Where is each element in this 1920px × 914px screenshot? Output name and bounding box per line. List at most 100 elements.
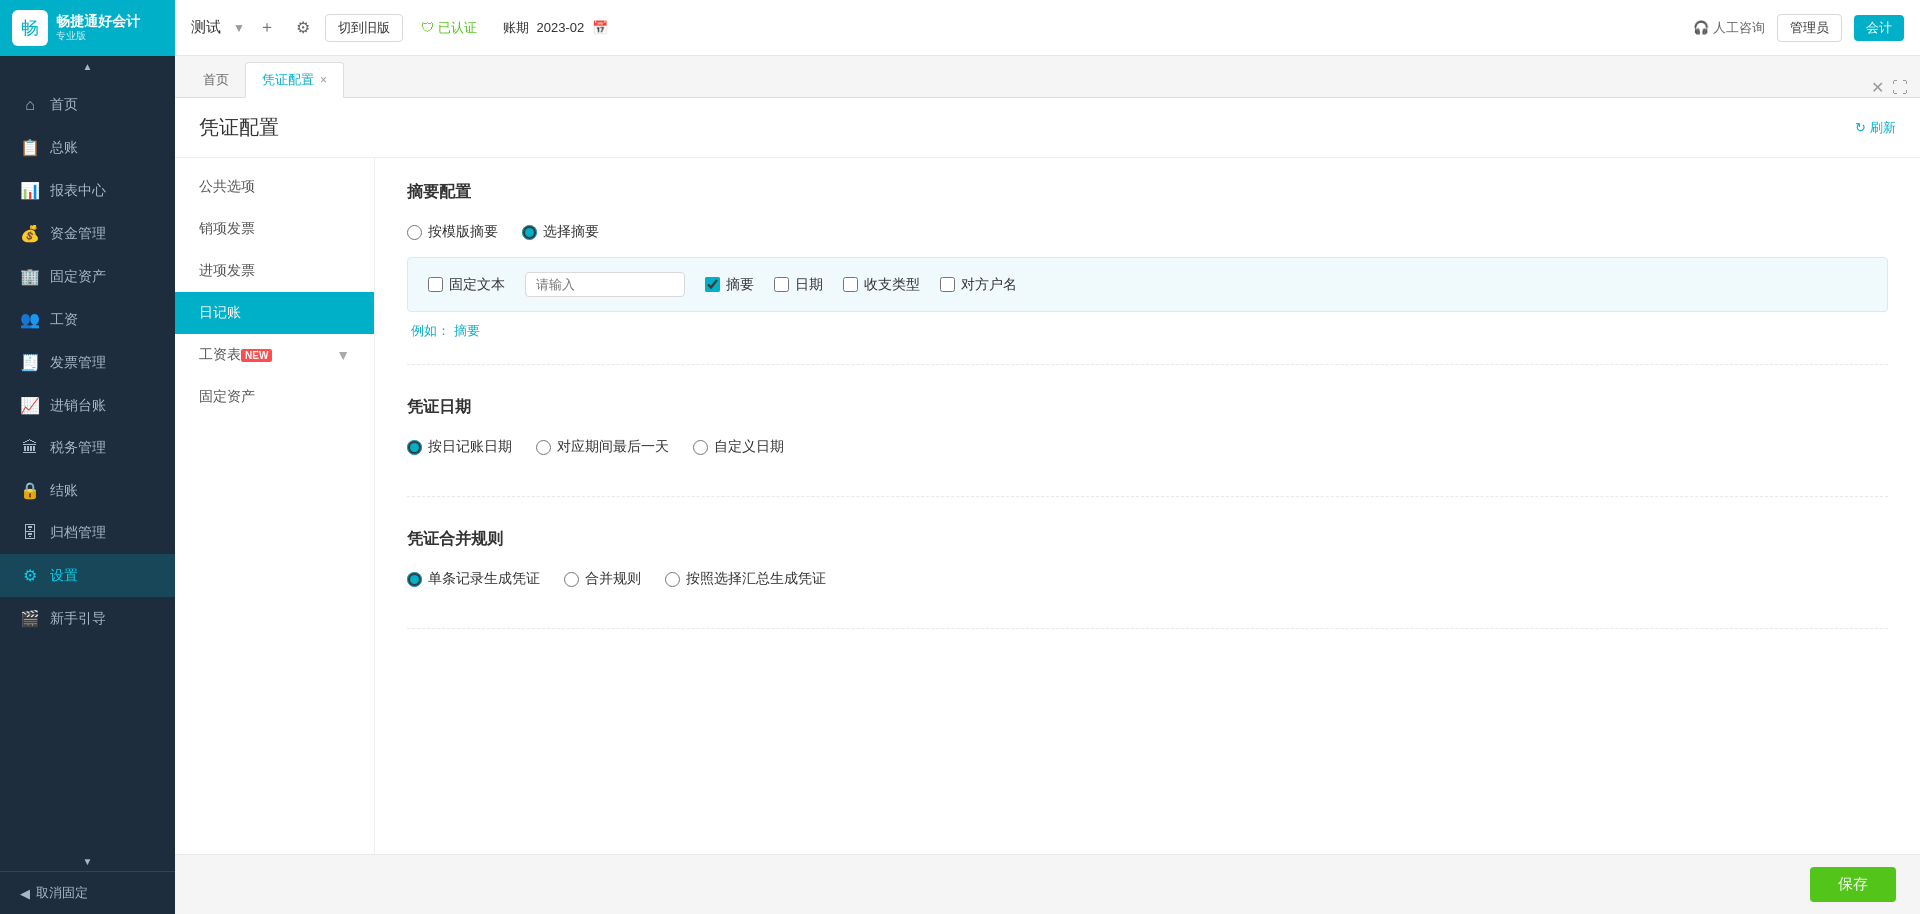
- radio-single-input[interactable]: [407, 572, 422, 587]
- radio-custom-date-label[interactable]: 自定义日期: [693, 438, 784, 456]
- sidebar-scroll-down[interactable]: ▼: [0, 851, 175, 871]
- ledger-icon: 📋: [20, 138, 40, 157]
- sidebar-item-payroll[interactable]: 👥 工资: [0, 298, 175, 341]
- reports-icon: 📊: [20, 181, 40, 200]
- radio-period-last-input[interactable]: [536, 440, 551, 455]
- checkbox-options-row: 固定文本 摘要 日期 收支类型: [407, 257, 1888, 312]
- accountant-btn[interactable]: 会计: [1854, 15, 1904, 41]
- sidebar-unpin-btn[interactable]: ◀ 取消固定: [0, 871, 175, 914]
- radio-template-label[interactable]: 按模版摘要: [407, 223, 498, 241]
- invoice-icon: 🧾: [20, 353, 40, 372]
- sidebar-item-guide[interactable]: 🎬 新手引导: [0, 597, 175, 640]
- sales-ledger-icon: 📈: [20, 396, 40, 415]
- consult-btn[interactable]: 🎧 人工咨询: [1693, 19, 1765, 37]
- radio-summary-input[interactable]: [665, 572, 680, 587]
- nav-item-assets[interactable]: 固定资产: [175, 376, 374, 418]
- switch-version-btn[interactable]: 切到旧版: [325, 14, 403, 42]
- manager-btn[interactable]: 管理员: [1777, 14, 1842, 42]
- tab-close-icon[interactable]: ×: [320, 73, 327, 87]
- sidebar-item-archive[interactable]: 🗄 归档管理: [0, 512, 175, 554]
- funds-icon: 💰: [20, 224, 40, 243]
- checkbox-date-label[interactable]: 日期: [774, 276, 823, 294]
- nav-item-journal[interactable]: 日记账: [175, 292, 374, 334]
- nav-item-payroll[interactable]: 工资表 NEW ▼: [175, 334, 374, 376]
- sidebar-item-sales-ledger[interactable]: 📈 进销台账: [0, 384, 175, 427]
- calendar-icon[interactable]: 📅: [592, 20, 608, 35]
- checkbox-date-input[interactable]: [774, 277, 789, 292]
- checkbox-counterpart-input[interactable]: [940, 277, 955, 292]
- radio-period-last-label[interactable]: 对应期间最后一天: [536, 438, 669, 456]
- tab-voucher-config[interactable]: 凭证配置 ×: [245, 62, 344, 98]
- sidebar-item-label: 税务管理: [50, 439, 106, 457]
- radio-select-label[interactable]: 选择摘要: [522, 223, 599, 241]
- main-content: 凭证配置 ↻ 刷新 公共选项 销项发票 进项发票 日记账 工资表 NEW ▼: [175, 98, 1920, 914]
- save-btn[interactable]: 保存: [1810, 867, 1896, 902]
- sidebar-logo: 畅 畅捷通好会计 专业版: [0, 0, 175, 56]
- settings-icon: ⚙: [20, 566, 40, 585]
- tab-home[interactable]: 首页: [187, 63, 245, 97]
- checkbox-summary-input[interactable]: [705, 277, 720, 292]
- summary-title: 摘要配置: [407, 182, 1888, 203]
- radio-merge-input[interactable]: [564, 572, 579, 587]
- sidebar-item-home[interactable]: ⌂ 首页: [0, 84, 175, 126]
- footer: 保存: [175, 854, 1920, 914]
- checkbox-fixed-text-label[interactable]: 固定文本: [428, 276, 505, 294]
- sidebar-item-reports[interactable]: 📊 报表中心: [0, 169, 175, 212]
- checkbox-summary-label[interactable]: 摘要: [705, 276, 754, 294]
- tax-icon: 🏛: [20, 439, 40, 457]
- refresh-btn[interactable]: ↻ 刷新: [1855, 119, 1896, 137]
- header-add-btn[interactable]: ＋: [253, 14, 281, 42]
- sidebar-item-label: 资金管理: [50, 225, 106, 243]
- archive-icon: 🗄: [20, 524, 40, 542]
- sidebar-item-closing[interactable]: 🔒 结账: [0, 469, 175, 512]
- header-settings-btn[interactable]: ⚙: [289, 14, 317, 42]
- radio-template-input[interactable]: [407, 225, 422, 240]
- checkbox-income-type-text: 收支类型: [864, 276, 920, 294]
- tab-close-action[interactable]: ✕: [1871, 78, 1884, 97]
- sidebar-scroll-up[interactable]: ▲: [0, 56, 175, 76]
- add-icon: ＋: [259, 17, 275, 38]
- sidebar-item-label: 报表中心: [50, 182, 106, 200]
- sidebar-item-invoice[interactable]: 🧾 发票管理: [0, 341, 175, 384]
- checkbox-counterpart-text: 对方户名: [961, 276, 1017, 294]
- nav-item-label: 公共选项: [199, 178, 255, 196]
- app-logo-icon: 畅: [12, 10, 48, 46]
- checkbox-income-type-input[interactable]: [843, 277, 858, 292]
- nav-item-purchase[interactable]: 进项发票: [175, 250, 374, 292]
- checkbox-income-type-label[interactable]: 收支类型: [843, 276, 920, 294]
- radio-merge-label[interactable]: 合并规则: [564, 570, 641, 588]
- app-name: 畅捷通好会计 专业版: [56, 13, 140, 44]
- unpin-label: 取消固定: [36, 884, 88, 902]
- sidebar-item-settings[interactable]: ⚙ 设置: [0, 554, 175, 597]
- sidebar-item-ledger[interactable]: 📋 总账: [0, 126, 175, 169]
- new-badge: NEW: [241, 349, 272, 362]
- radio-summary-label[interactable]: 按照选择汇总生成凭证: [665, 570, 826, 588]
- nav-item-public[interactable]: 公共选项: [175, 166, 374, 208]
- radio-single-label[interactable]: 单条记录生成凭证: [407, 570, 540, 588]
- tab-expand-action[interactable]: ⛶: [1892, 79, 1908, 97]
- checkbox-counterpart-label[interactable]: 对方户名: [940, 276, 1017, 294]
- header-chevron-icon[interactable]: ▼: [233, 21, 245, 35]
- nav-item-label: 销项发票: [199, 220, 255, 238]
- sidebar-item-funds[interactable]: 💰 资金管理: [0, 212, 175, 255]
- radio-journal-date-input[interactable]: [407, 440, 422, 455]
- nav-item-sales[interactable]: 销项发票: [175, 208, 374, 250]
- radio-single-text: 单条记录生成凭证: [428, 570, 540, 588]
- summary-radio-group: 按模版摘要 选择摘要: [407, 223, 1888, 241]
- tab-home-label: 首页: [203, 71, 229, 89]
- radio-custom-date-input[interactable]: [693, 440, 708, 455]
- nav-item-label: 日记账: [199, 304, 241, 322]
- sidebar-item-assets[interactable]: 🏢 固定资产: [0, 255, 175, 298]
- radio-merge-text: 合并规则: [585, 570, 641, 588]
- sidebar-item-label: 归档管理: [50, 524, 106, 542]
- radio-select-input[interactable]: [522, 225, 537, 240]
- tab-bar: 首页 凭证配置 × ✕ ⛶: [175, 56, 1920, 98]
- checkbox-fixed-text-input[interactable]: [428, 277, 443, 292]
- summary-section: 摘要配置 按模版摘要 选择摘要 固定文本: [407, 182, 1888, 365]
- fixed-text-input[interactable]: [525, 272, 685, 297]
- radio-journal-date-label[interactable]: 按日记账日期: [407, 438, 512, 456]
- closing-icon: 🔒: [20, 481, 40, 500]
- sidebar-item-tax[interactable]: 🏛 税务管理: [0, 427, 175, 469]
- sidebar-item-label: 进销台账: [50, 397, 106, 415]
- checkbox-date-text: 日期: [795, 276, 823, 294]
